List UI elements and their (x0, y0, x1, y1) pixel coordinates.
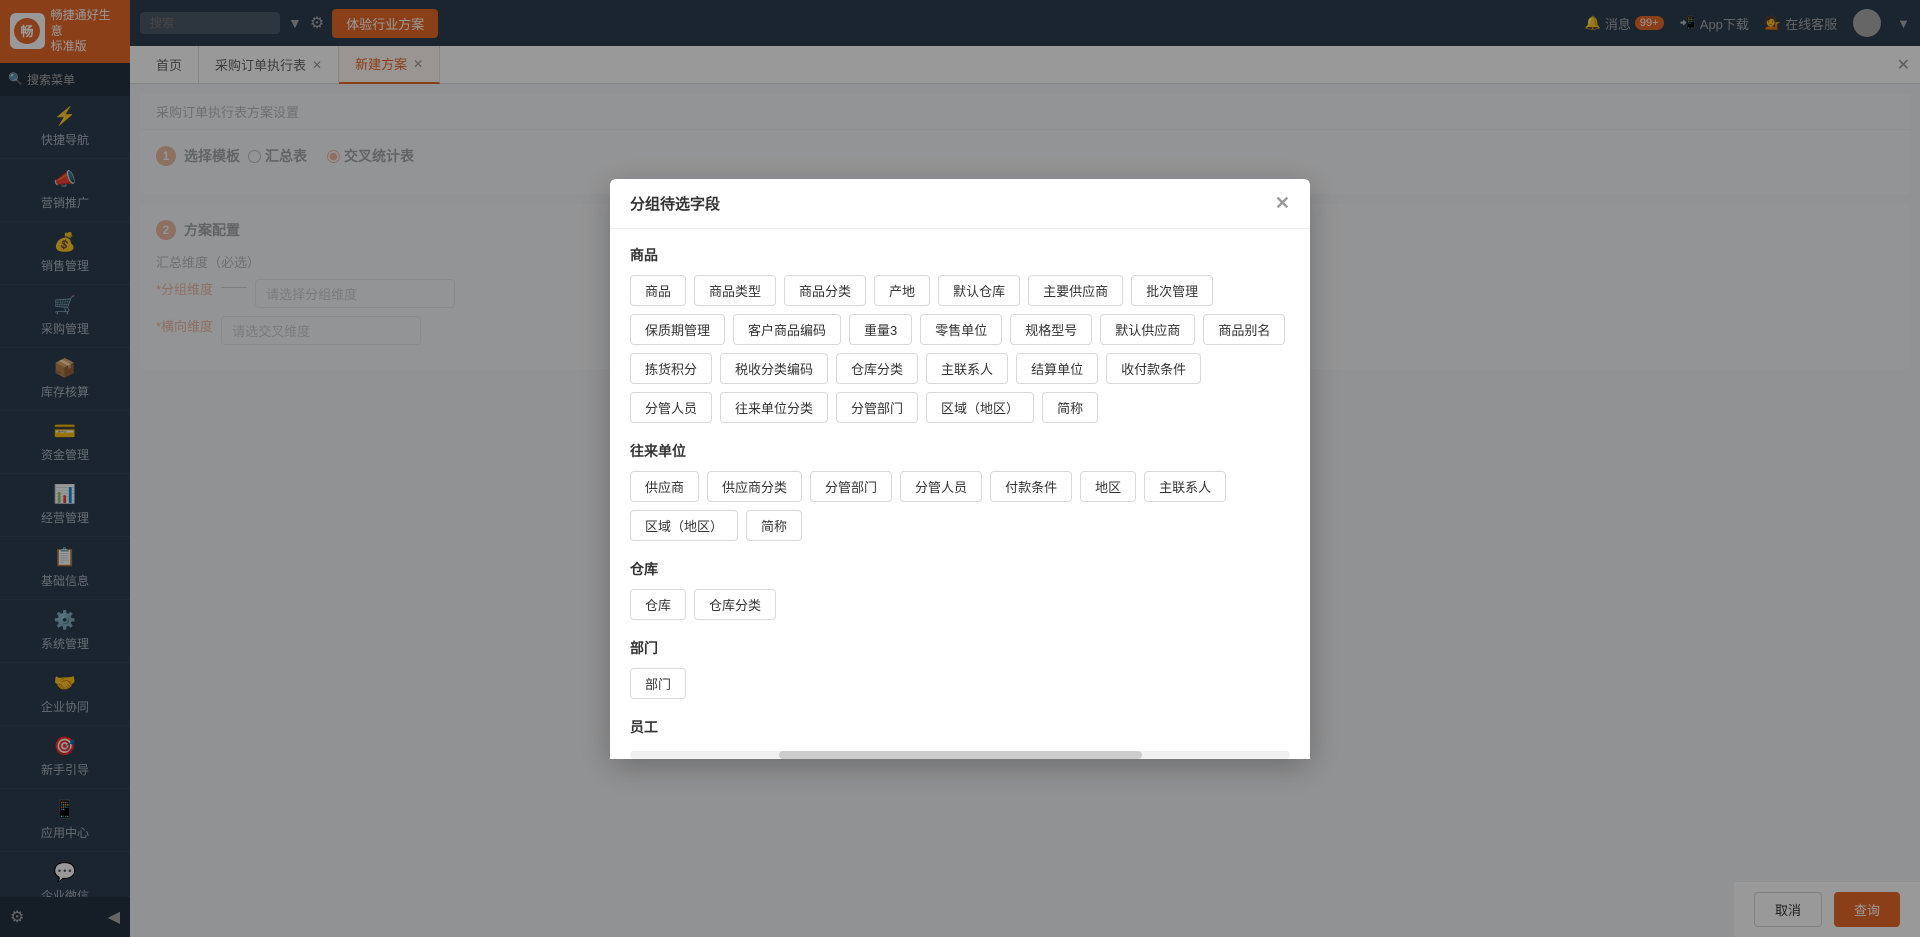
field-tag-short-name[interactable]: 简称 (1042, 392, 1098, 423)
field-tag-region-partner[interactable]: 地区 (1080, 471, 1136, 502)
field-tag-settlement-unit[interactable]: 结算单位 (1016, 353, 1098, 384)
section-partner-title: 往来单位 (630, 441, 1290, 461)
section-goods-tags: 商品 商品类型 商品分类 产地 默认仓库 主要供应商 批次管理 保质期管理 客户… (630, 275, 1290, 423)
section-department-tags: 部门 (630, 668, 1290, 699)
field-tag-partner-category[interactable]: 往来单位分类 (720, 392, 828, 423)
modal-close-button[interactable]: ✕ (1275, 193, 1290, 214)
field-tag-goods[interactable]: 商品 (630, 275, 686, 306)
modal-hscroll-thumb (779, 751, 1142, 759)
field-tag-department[interactable]: 部门 (630, 668, 686, 699)
field-tag-supplier[interactable]: 供应商 (630, 471, 699, 502)
section-warehouse-title: 仓库 (630, 559, 1290, 579)
field-tag-manage-dept[interactable]: 分管部门 (836, 392, 918, 423)
field-tag-mgr-partner[interactable]: 分管人员 (900, 471, 982, 502)
field-tag-short-name-partner[interactable]: 简称 (746, 510, 802, 541)
modal-body: 商品 商品 商品类型 商品分类 产地 默认仓库 主要供应商 批次管理 保质期管理… (610, 229, 1310, 747)
modal-header: 分组待选字段 ✕ (610, 179, 1310, 229)
field-tag-dept-partner[interactable]: 分管部门 (810, 471, 892, 502)
field-tag-origin[interactable]: 产地 (874, 275, 930, 306)
modal-overlay[interactable]: 分组待选字段 ✕ 商品 商品 商品类型 商品分类 产地 默认仓库 主要供应商 批… (0, 0, 1920, 937)
field-tag-goods-category[interactable]: 商品分类 (784, 275, 866, 306)
field-tag-batch-mgmt[interactable]: 批次管理 (1131, 275, 1213, 306)
section-department-title: 部门 (630, 638, 1290, 658)
field-tag-shelf-life[interactable]: 保质期管理 (630, 314, 725, 345)
field-tag-warehouse-cat[interactable]: 仓库分类 (694, 589, 776, 620)
field-tag-goods-alias[interactable]: 商品别名 (1203, 314, 1285, 345)
section-warehouse: 仓库 仓库 仓库分类 (630, 559, 1290, 620)
field-tag-contact-partner[interactable]: 主联系人 (1144, 471, 1226, 502)
field-tag-tax-code[interactable]: 税收分类编码 (720, 353, 828, 384)
field-tag-manager[interactable]: 分管人员 (630, 392, 712, 423)
field-tag-spec-model[interactable]: 规格型号 (1010, 314, 1092, 345)
field-tag-warehouse[interactable]: 仓库 (630, 589, 686, 620)
field-tag-payment-terms[interactable]: 收付款条件 (1106, 353, 1201, 384)
field-tag-retail-unit[interactable]: 零售单位 (920, 314, 1002, 345)
field-tag-customer-code[interactable]: 客户商品编码 (733, 314, 841, 345)
field-tag-region-goods[interactable]: 区域（地区） (926, 392, 1034, 423)
field-tag-area-partner[interactable]: 区域（地区） (630, 510, 738, 541)
section-employee: 员工 业务员 (630, 717, 1290, 747)
section-department: 部门 部门 (630, 638, 1290, 699)
modal-title: 分组待选字段 (630, 193, 720, 214)
field-tag-main-supplier[interactable]: 主要供应商 (1028, 275, 1123, 306)
field-tag-weight3[interactable]: 重量3 (849, 314, 912, 345)
section-goods: 商品 商品 商品类型 商品分类 产地 默认仓库 主要供应商 批次管理 保质期管理… (630, 245, 1290, 423)
field-tag-pay-terms-partner[interactable]: 付款条件 (990, 471, 1072, 502)
field-tag-pick-points[interactable]: 拣货积分 (630, 353, 712, 384)
field-tag-default-supplier[interactable]: 默认供应商 (1100, 314, 1195, 345)
section-employee-title: 员工 (630, 717, 1290, 737)
field-tag-goods-type[interactable]: 商品类型 (694, 275, 776, 306)
modal-hscroll[interactable] (630, 751, 1290, 759)
section-goods-title: 商品 (630, 245, 1290, 265)
field-tag-warehouse-category[interactable]: 仓库分类 (836, 353, 918, 384)
field-tag-main-contact[interactable]: 主联系人 (926, 353, 1008, 384)
section-partner: 往来单位 供应商 供应商分类 分管部门 分管人员 付款条件 地区 主联系人 区域… (630, 441, 1290, 541)
section-warehouse-tags: 仓库 仓库分类 (630, 589, 1290, 620)
field-select-modal: 分组待选字段 ✕ 商品 商品 商品类型 商品分类 产地 默认仓库 主要供应商 批… (610, 179, 1310, 759)
section-partner-tags: 供应商 供应商分类 分管部门 分管人员 付款条件 地区 主联系人 区域（地区） … (630, 471, 1290, 541)
field-tag-supplier-category[interactable]: 供应商分类 (707, 471, 802, 502)
field-tag-default-warehouse[interactable]: 默认仓库 (938, 275, 1020, 306)
